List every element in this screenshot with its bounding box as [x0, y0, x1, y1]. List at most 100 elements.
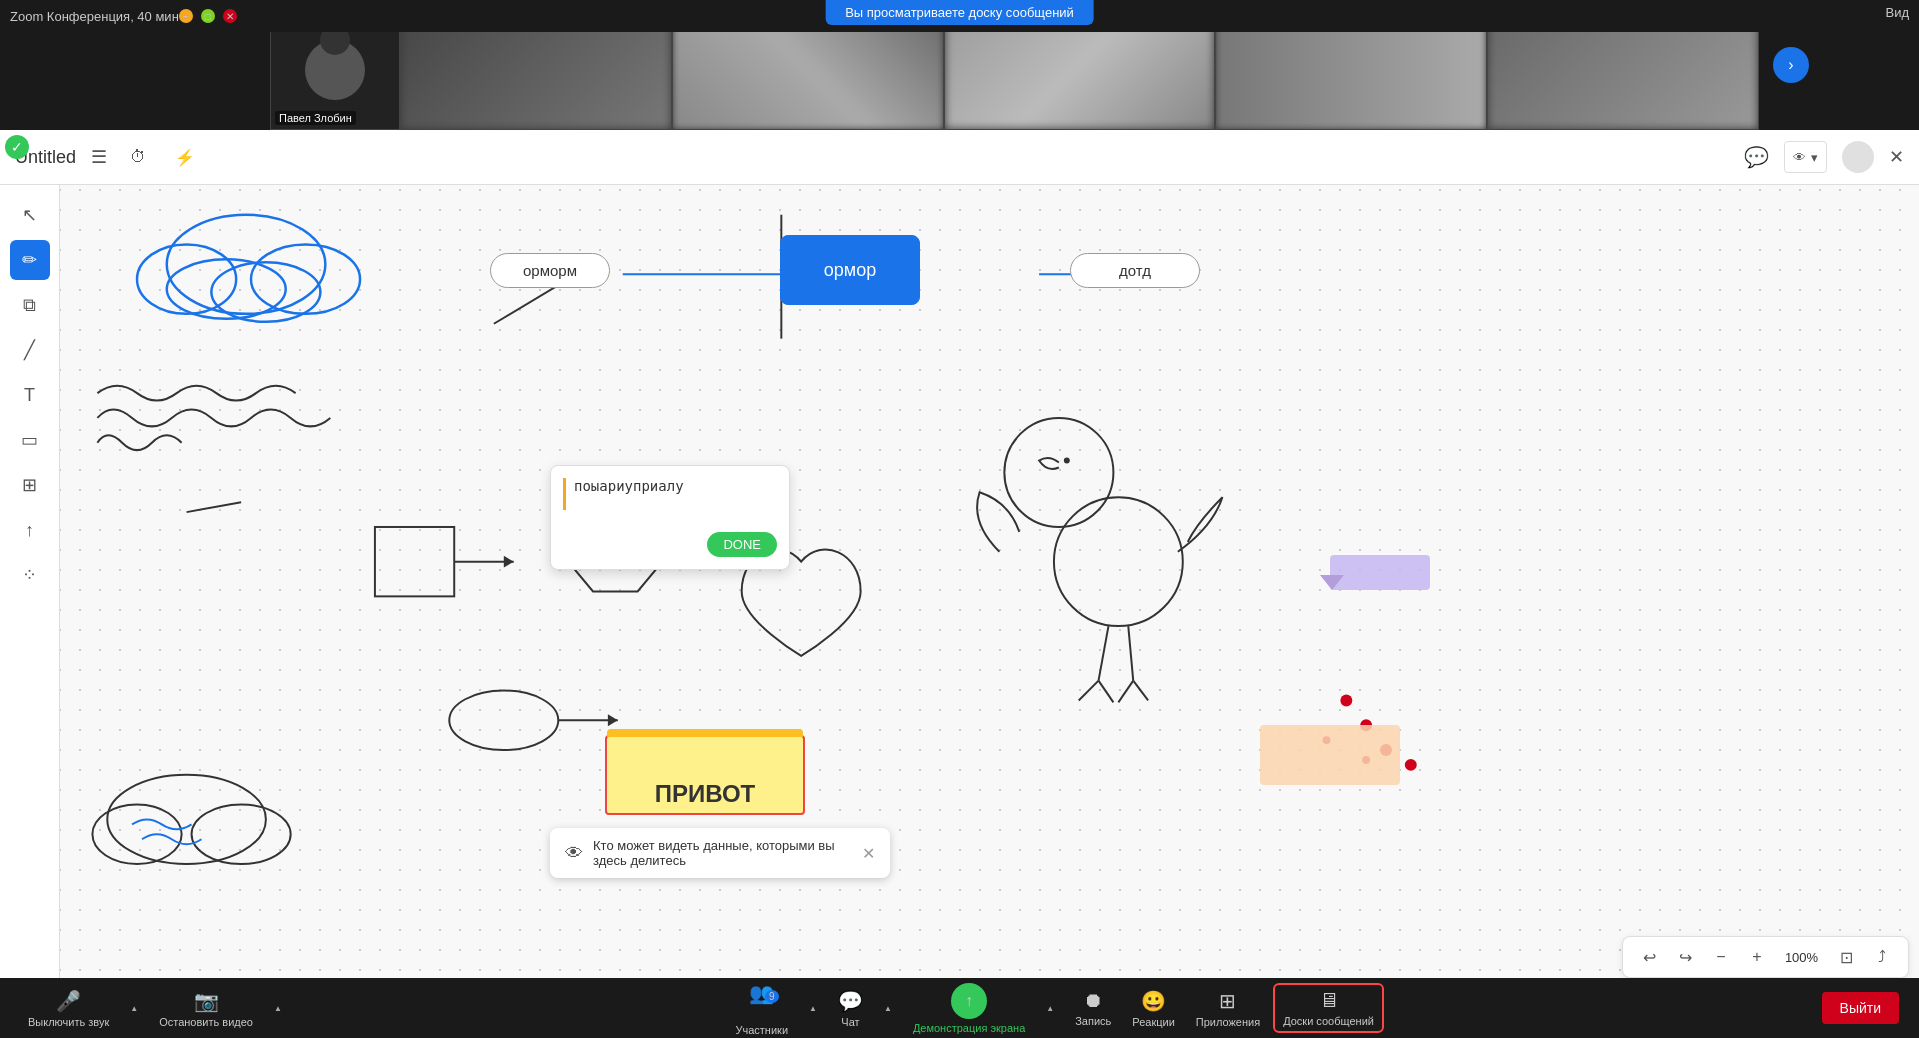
whiteboard-icon: 🖥 [1319, 989, 1339, 1012]
menu-icon[interactable]: ☰ [91, 146, 107, 168]
node-ormor[interactable]: ормор [780, 235, 920, 305]
share-screen-button[interactable]: ⤴ [1868, 943, 1896, 971]
bottom-bar: 🎤 Выключить звук ▲ 📷 Остановить видео ▲ … [0, 978, 1919, 1038]
audio-controls: 🎤 Выключить звук ▲ 📷 Остановить видео ▲ [20, 985, 290, 1032]
svg-line-17 [1099, 626, 1109, 681]
whiteboard-button[interactable]: 🖥 Доски сообщений [1273, 983, 1384, 1033]
view-label: Вид [1885, 5, 1909, 20]
privacy-icon: 👁 [565, 843, 583, 864]
chat-button[interactable]: 💬 Чат [830, 985, 871, 1032]
privacy-close-button[interactable]: ✕ [862, 844, 875, 863]
pen-tool-button[interactable]: ✏ [10, 240, 50, 280]
participants-button[interactable]: 👥 9 Участники [727, 977, 796, 1039]
record-button[interactable]: ⏺ Запись [1067, 985, 1119, 1031]
share-caret: ▾ [1811, 150, 1818, 165]
close-panel-button[interactable]: ✕ [1889, 146, 1904, 168]
notification-bar: Вы просматриваете доску сообщений [825, 0, 1094, 25]
comment-button[interactable]: 💬 [1744, 145, 1769, 169]
participants-caret-icon: ▲ [809, 1004, 817, 1013]
done-button[interactable]: DONE [707, 532, 777, 557]
svg-point-1 [137, 244, 236, 313]
text-input-field[interactable]: поыариуприалу [563, 478, 777, 510]
more-tools-button[interactable]: ⁘ [10, 555, 50, 595]
svg-point-3 [167, 259, 286, 318]
share-button[interactable]: 👁 ▾ [1784, 141, 1827, 173]
video-button[interactable]: 📷 Остановить видео [151, 985, 261, 1032]
reactions-icon: 😀 [1141, 989, 1166, 1013]
zoom-in-button[interactable]: + [1743, 943, 1771, 971]
svg-line-21 [1118, 681, 1133, 703]
chat-caret-button[interactable]: ▲ [876, 1000, 900, 1017]
audio-caret-icon: ▲ [130, 1004, 138, 1013]
audio-caret-button[interactable]: ▲ [122, 1000, 146, 1017]
share-screen-main-button[interactable]: ↑ Демонстрация экрана [905, 979, 1033, 1038]
svg-line-22 [1133, 681, 1148, 701]
video-caret-button[interactable]: ▲ [266, 1000, 290, 1017]
svg-point-15 [1054, 497, 1183, 626]
mute-button[interactable]: 🎤 Выключить звук [20, 985, 117, 1032]
privacy-notice: 👁 Кто может видеть данные, которыми вы з… [550, 828, 890, 878]
whiteboard-canvas[interactable]: орморм ормор дотд поыариуприалу DONE ПРИ… [0, 130, 1919, 978]
peach-sticky-note[interactable] [1260, 725, 1400, 785]
share-caret-icon: ▲ [1046, 1004, 1054, 1013]
app-title: Zoom Конференция, 40 мин [10, 9, 179, 24]
security-shield-icon: ✓ [5, 135, 29, 159]
select-tool-button[interactable]: ↖ [10, 195, 50, 235]
svg-line-19 [1099, 681, 1114, 703]
close-button[interactable]: ✕ [223, 9, 237, 23]
reactions-button[interactable]: 😀 Реакции [1124, 985, 1183, 1032]
svg-marker-12 [504, 556, 514, 568]
video-caret-icon: ▲ [274, 1004, 282, 1013]
svg-line-20 [1128, 626, 1133, 681]
participants-caret-button[interactable]: ▲ [801, 1000, 825, 1017]
svg-point-29 [192, 805, 291, 864]
video-next-button[interactable]: › [1773, 47, 1809, 83]
svg-point-27 [107, 775, 266, 864]
svg-point-23 [449, 691, 558, 750]
svg-line-26 [187, 502, 242, 512]
table-button[interactable]: ⊞ [10, 465, 50, 505]
camera-icon: 📷 [194, 989, 219, 1013]
upload-button[interactable]: ↑ [10, 510, 50, 550]
text-tool-button[interactable]: T [10, 375, 50, 415]
timer-button[interactable]: ⏱ [122, 141, 154, 173]
svg-point-28 [92, 805, 181, 864]
fit-button[interactable]: ⊡ [1832, 943, 1860, 971]
canvas-area[interactable]: орморм ормор дотд поыариуприалу DONE ПРИ… [60, 185, 1919, 978]
svg-point-30 [1340, 695, 1352, 707]
apps-icon: ⊞ [1219, 989, 1236, 1013]
pointer-button[interactable]: ⚡ [169, 141, 201, 173]
exit-button[interactable]: Выйти [1822, 992, 1899, 1024]
text-input-popup: поыариуприалу DONE [550, 465, 790, 570]
sticky-note-button[interactable]: ▭ [10, 420, 50, 460]
zoom-level-display[interactable]: 100% [1779, 950, 1824, 965]
svg-point-4 [211, 262, 320, 321]
redo-button[interactable]: ↪ [1671, 943, 1699, 971]
share-screen-icon: ↑ [951, 983, 987, 1019]
node-dotd[interactable]: дотд [1070, 253, 1200, 288]
zoom-out-button[interactable]: − [1707, 943, 1735, 971]
svg-point-0 [167, 215, 326, 314]
chat-caret-icon: ▲ [884, 1004, 892, 1013]
svg-point-16 [1064, 458, 1070, 464]
svg-rect-10 [375, 527, 454, 596]
svg-point-33 [1405, 759, 1417, 771]
share-caret-button[interactable]: ▲ [1038, 1000, 1062, 1017]
record-icon: ⏺ [1083, 989, 1103, 1012]
maximize-button[interactable]: □ [201, 9, 215, 23]
user-avatar [1842, 141, 1874, 173]
whiteboard-control-bar: ↩ ↪ − + 100% ⊡ ⤴ [1622, 936, 1909, 978]
yellow-sticky-note[interactable]: ПРИВОТ [605, 735, 805, 815]
chat-icon: 💬 [838, 989, 863, 1013]
apps-button[interactable]: ⊞ Приложения [1188, 985, 1268, 1032]
yellow-note-text: ПРИВОТ [655, 780, 756, 808]
svg-marker-25 [608, 714, 618, 726]
node-ormorom[interactable]: орморм [490, 253, 610, 288]
share-icon: 👁 [1793, 150, 1806, 165]
whiteboard-top-toolbar: Untitled ☰ ⏱ ⚡ 💬 👁 ▾ ✕ [0, 130, 1919, 185]
minimize-button[interactable]: − [179, 9, 193, 23]
line-tool-button[interactable]: ╱ [10, 330, 50, 370]
purple-sticky-note[interactable] [1330, 555, 1430, 590]
undo-button[interactable]: ↩ [1635, 943, 1663, 971]
shapes-tool-button[interactable]: ⧉ [10, 285, 50, 325]
